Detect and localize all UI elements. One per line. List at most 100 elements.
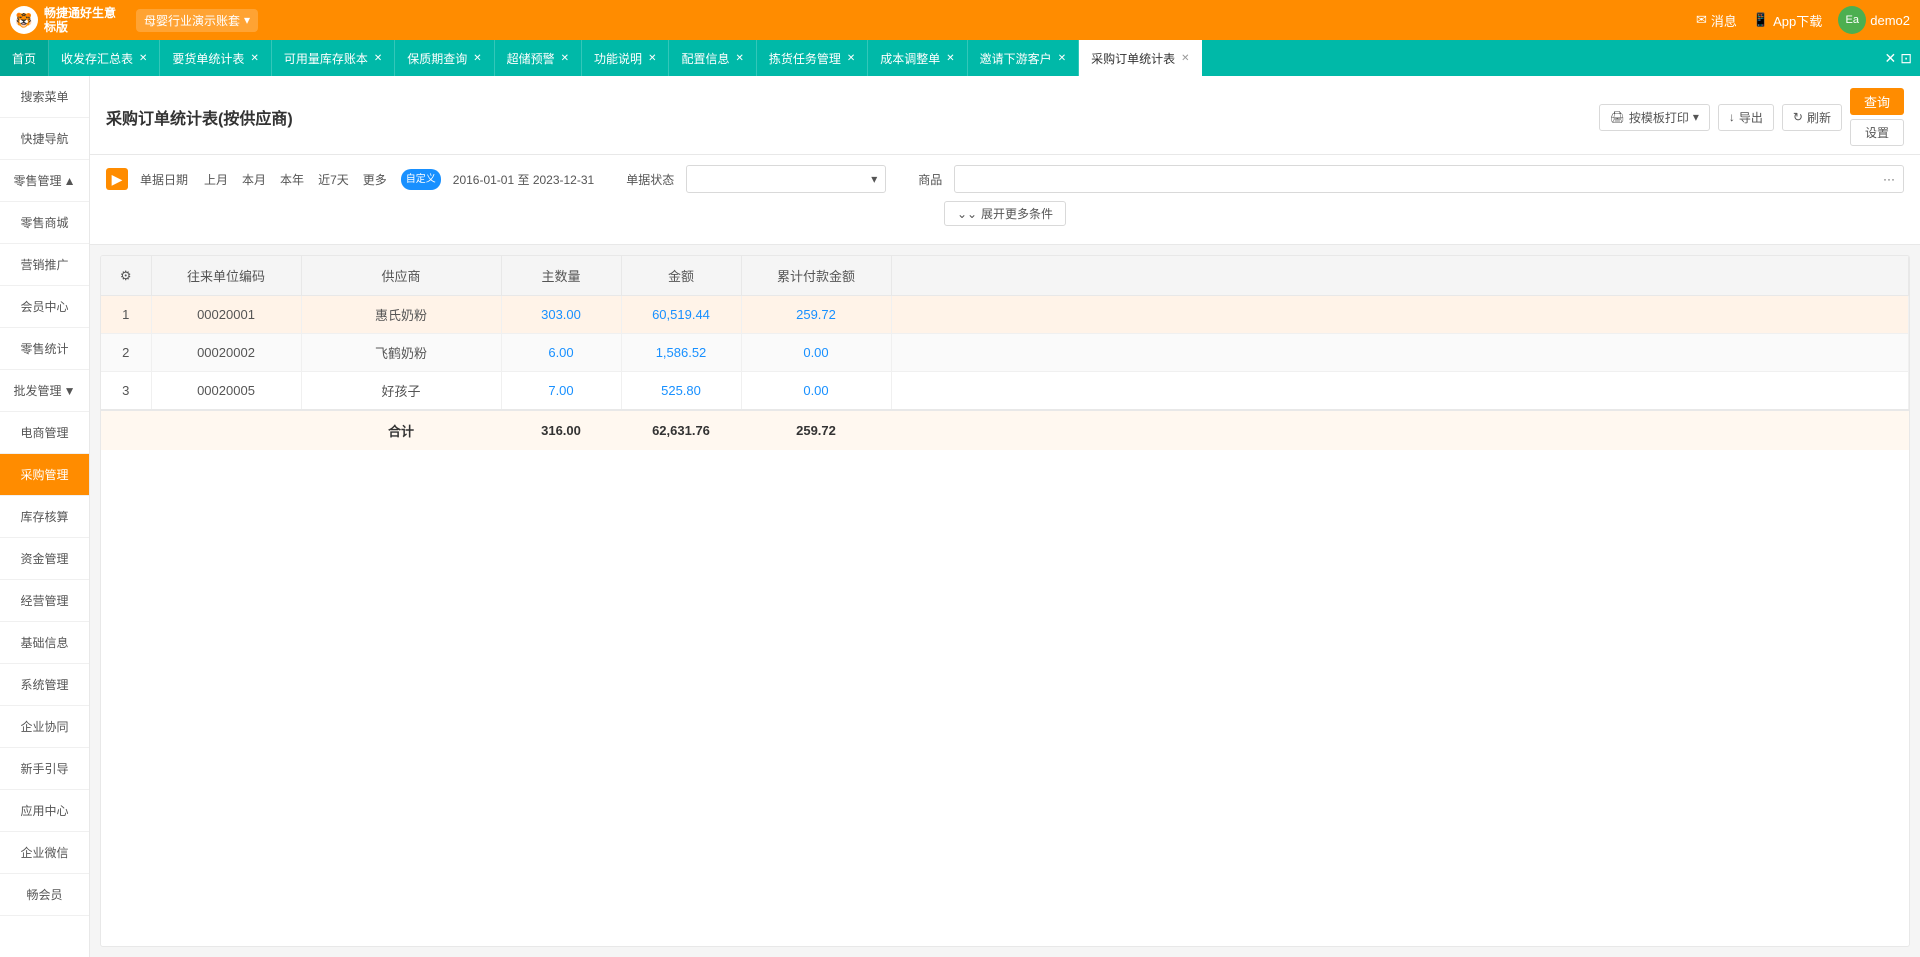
close-icon[interactable]: ✕ xyxy=(648,53,656,64)
row-amount[interactable]: 525.80 xyxy=(621,372,741,411)
sidebar-item-retail-mall[interactable]: 零售商城 xyxy=(0,202,89,244)
app-download-button[interactable]: 📱 App下载 xyxy=(1753,11,1822,30)
logo-text: 畅捷通好生意 标版 xyxy=(44,6,116,35)
col-settings[interactable]: ⚙ xyxy=(101,256,151,296)
tab-purchase-summary[interactable]: 采购订单统计表 ✕ xyxy=(1079,40,1202,76)
logo-area: 🐯 畅捷通好生意 标版 xyxy=(10,6,116,35)
page-title: 采购订单统计表(按供应商) xyxy=(106,105,293,129)
row-qty[interactable]: 7.00 xyxy=(501,372,621,411)
shortcut-this-month[interactable]: 本月 xyxy=(238,169,270,190)
top-bar: 🐯 畅捷通好生意 标版 母婴行业演示账套 ▾ ✉ 消息 📱 App下载 Ea d… xyxy=(0,0,1920,40)
close-icon[interactable]: ✕ xyxy=(1058,53,1066,64)
refresh-button[interactable]: ↻ 刷新 xyxy=(1782,104,1842,131)
export-button[interactable]: ↓ 导出 xyxy=(1718,104,1774,131)
logo-icon: 🐯 xyxy=(10,6,38,34)
close-icon[interactable]: ✕ xyxy=(1181,53,1189,64)
status-select[interactable]: ▾ xyxy=(686,165,886,193)
close-icon[interactable]: ✕ xyxy=(374,53,382,64)
row-qty[interactable]: 303.00 xyxy=(501,296,621,334)
row-paid[interactable]: 0.00 xyxy=(741,372,891,411)
row-paid[interactable]: 0.00 xyxy=(741,334,891,372)
sidebar-item-member[interactable]: 畅会员 xyxy=(0,874,89,916)
row-paid[interactable]: 259.72 xyxy=(741,296,891,334)
sidebar-item-enterprise-wechat[interactable]: 企业微信 xyxy=(0,832,89,874)
col-amount-header: 金额 xyxy=(621,256,741,296)
nav-tabs: 首页 收发存汇总表 ✕ 要货单统计表 ✕ 可用量库存账本 ✕ 保质期查询 ✕ 超… xyxy=(0,40,1920,76)
shortcut-this-year[interactable]: 本年 xyxy=(276,169,308,190)
chevron-down-icon: ▼ xyxy=(64,384,76,398)
messages-button[interactable]: ✉ 消息 xyxy=(1696,11,1737,30)
maximize-button[interactable]: ⊡ xyxy=(1900,50,1912,67)
table-header-row: ⚙ 往来单位编码 供应商 主数量 金额 xyxy=(101,256,1909,296)
filter-toggle-button[interactable]: ▶ xyxy=(106,168,128,190)
sidebar-item-search[interactable]: 搜索菜单 xyxy=(0,76,89,118)
expand-more-button[interactable]: ⌄⌄ 展开更多条件 xyxy=(944,201,1066,226)
sidebar-item-ecommerce[interactable]: 电商管理 xyxy=(0,412,89,454)
print-icon: 🖨 xyxy=(1610,110,1625,124)
sidebar-item-new-guide[interactable]: 新手引导 xyxy=(0,748,89,790)
close-icon[interactable]: ✕ xyxy=(139,53,147,64)
close-all-tabs-button[interactable]: ✕ xyxy=(1885,50,1897,67)
tab-available-stock[interactable]: 可用量库存账本 ✕ xyxy=(272,40,395,76)
row-supplier: 惠氏奶粉 xyxy=(301,296,501,334)
col-extra-header xyxy=(891,256,1909,296)
shortcut-more[interactable]: 更多 xyxy=(359,169,391,190)
table-row: 1 00020001 惠氏奶粉 303.00 60,519.44 259.72 xyxy=(101,296,1909,334)
sidebar-item-wholesale-manage[interactable]: 批发管理 ▼ xyxy=(0,370,89,412)
sidebar-item-enterprise-collab[interactable]: 企业协同 xyxy=(0,706,89,748)
sidebar-item-retail-manage[interactable]: 零售管理 ▲ xyxy=(0,160,89,202)
expand-more-row: ⌄⌄ 展开更多条件 xyxy=(106,193,1904,234)
sidebar-item-purchase-manage[interactable]: 采购管理 xyxy=(0,454,89,496)
query-button[interactable]: 查询 xyxy=(1850,88,1904,115)
table-row: 3 00020005 好孩子 7.00 525.80 0.00 xyxy=(101,372,1909,411)
close-icon[interactable]: ✕ xyxy=(946,53,954,64)
tab-pick-task[interactable]: 拣货任务管理 ✕ xyxy=(757,40,868,76)
table-footer-row: 合计 316.00 62,631.76 259.72 xyxy=(101,410,1909,450)
tab-goods-summary[interactable]: 要货单统计表 ✕ xyxy=(160,40,271,76)
tab-invite-downstream[interactable]: 邀请下游客户 ✕ xyxy=(968,40,1079,76)
close-icon[interactable]: ✕ xyxy=(250,53,258,64)
sidebar-item-app-center[interactable]: 应用中心 xyxy=(0,790,89,832)
sidebar-item-system[interactable]: 系统管理 xyxy=(0,664,89,706)
row-amount[interactable]: 1,586.52 xyxy=(621,334,741,372)
sidebar-item-basic-info[interactable]: 基础信息 xyxy=(0,622,89,664)
sidebar-item-retail-stats[interactable]: 零售统计 xyxy=(0,328,89,370)
workspace-selector[interactable]: 母婴行业演示账套 ▾ xyxy=(136,9,258,32)
user-avatar-area[interactable]: Ea demo2 xyxy=(1838,6,1910,34)
close-icon[interactable]: ✕ xyxy=(561,53,569,64)
date-filter-label: 单据日期 xyxy=(140,171,188,188)
tab-shelf-life[interactable]: 保质期查询 ✕ xyxy=(395,40,494,76)
row-code: 00020001 xyxy=(151,296,301,334)
footer-qty: 316.00 xyxy=(501,410,621,450)
table-row: 2 00020002 飞鹤奶粉 6.00 1,586.52 0.00 xyxy=(101,334,1909,372)
more-icon: ··· xyxy=(1883,172,1895,186)
sidebar-item-stock-check[interactable]: 库存核算 xyxy=(0,496,89,538)
date-shortcuts: 上月 本月 本年 近7天 更多 自定义 xyxy=(200,169,441,190)
page-header: 采购订单统计表(按供应商) 🖨 按模板打印 ▾ ↓ 导出 ↻ 刷新 查询 xyxy=(90,76,1920,155)
close-icon[interactable]: ✕ xyxy=(473,53,481,64)
tab-collect-pay[interactable]: 收发存汇总表 ✕ xyxy=(49,40,160,76)
tab-home[interactable]: 首页 xyxy=(0,40,49,76)
sidebar-item-finance[interactable]: 资金管理 xyxy=(0,538,89,580)
close-icon[interactable]: ✕ xyxy=(847,53,855,64)
close-icon[interactable]: ✕ xyxy=(735,53,743,64)
col-code-header: 往来单位编码 xyxy=(151,256,301,296)
tab-cost-adjust[interactable]: 成本调整单 ✕ xyxy=(868,40,967,76)
settings-button[interactable]: 设置 xyxy=(1850,119,1904,146)
row-amount[interactable]: 60,519.44 xyxy=(621,296,741,334)
sidebar-item-operation[interactable]: 经营管理 xyxy=(0,580,89,622)
status-filter-label: 单据状态 xyxy=(626,171,674,188)
shortcut-last-month[interactable]: 上月 xyxy=(200,169,232,190)
tab-function-desc[interactable]: 功能说明 ✕ xyxy=(582,40,669,76)
row-extra xyxy=(891,334,1909,372)
print-button[interactable]: 🖨 按模板打印 ▾ xyxy=(1599,104,1710,131)
shortcut-7days[interactable]: 近7天 xyxy=(314,169,353,190)
sidebar-item-member-center[interactable]: 会员中心 xyxy=(0,286,89,328)
tab-config-info[interactable]: 配置信息 ✕ xyxy=(669,40,756,76)
goods-select[interactable]: ··· xyxy=(954,165,1904,193)
tab-oversupply[interactable]: 超储预警 ✕ xyxy=(495,40,582,76)
sidebar-item-quick-nav[interactable]: 快捷导航 xyxy=(0,118,89,160)
row-qty[interactable]: 6.00 xyxy=(501,334,621,372)
sidebar-item-marketing[interactable]: 营销推广 xyxy=(0,244,89,286)
row-index: 2 xyxy=(101,334,151,372)
